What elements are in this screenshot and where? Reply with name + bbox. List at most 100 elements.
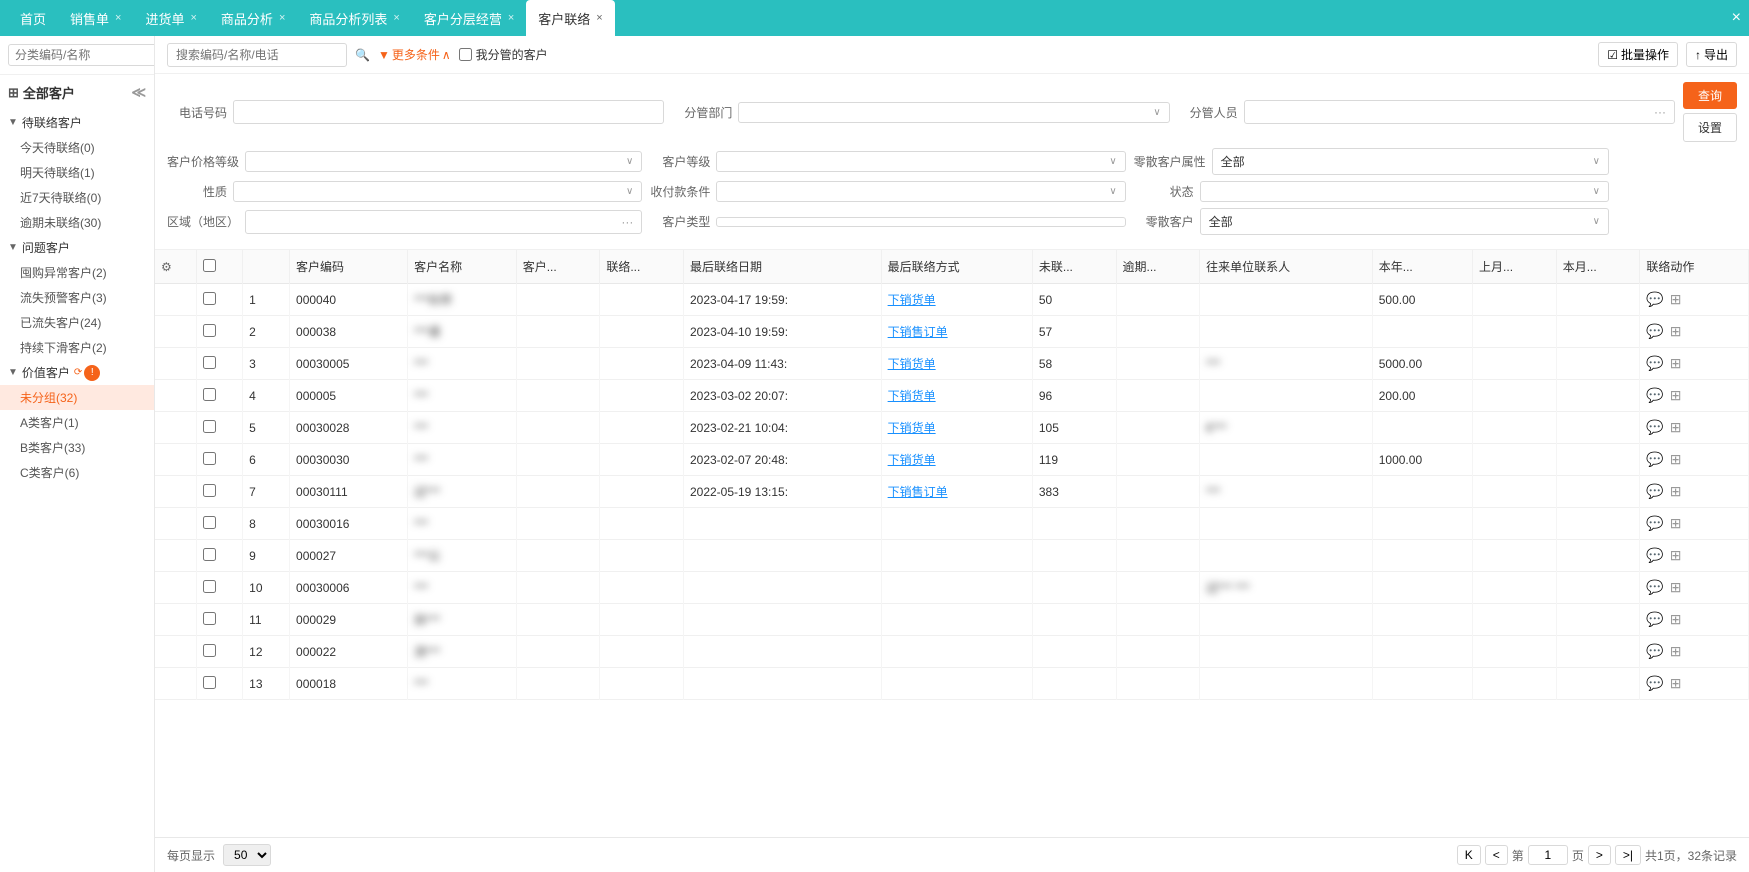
row-checkbox[interactable]: [203, 548, 216, 561]
select-all-checkbox[interactable]: [203, 259, 216, 272]
grid-action-icon[interactable]: ⊞: [1670, 323, 1682, 340]
sidebar-item-week-pending[interactable]: 近7天待联络(0): [0, 185, 154, 210]
method-link[interactable]: 下销货单: [888, 357, 936, 371]
row-checkbox[interactable]: [203, 420, 216, 433]
tab-purchase-close[interactable]: ×: [190, 12, 196, 24]
sidebar-section-value[interactable]: ▼ 价值客户 ⟳ !: [0, 360, 154, 385]
message-icon[interactable]: 💬: [1646, 451, 1663, 468]
customer-level-select[interactable]: ∨: [716, 151, 1125, 172]
message-icon[interactable]: 💬: [1646, 419, 1663, 436]
row-checkbox[interactable]: [203, 516, 216, 529]
row-checkbox[interactable]: [203, 452, 216, 465]
col-no-contact[interactable]: 未联...: [1032, 250, 1116, 284]
method-link[interactable]: 下销货单: [888, 389, 936, 403]
sidebar-all-customers[interactable]: ⊞ 全部客户 ≪: [0, 75, 154, 110]
tab-goods-analysis[interactable]: 商品分析 ×: [209, 0, 297, 36]
grid-action-icon[interactable]: ⊞: [1670, 547, 1682, 564]
grid-action-icon[interactable]: ⊞: [1670, 387, 1682, 404]
method-link[interactable]: 下销货单: [888, 453, 936, 467]
person-dots[interactable]: ···: [1654, 105, 1666, 119]
sidebar-search-input[interactable]: [8, 44, 155, 66]
area-select[interactable]: ···: [245, 210, 642, 234]
grid-action-icon[interactable]: ⊞: [1670, 515, 1682, 532]
grid-action-icon[interactable]: ⊞: [1670, 355, 1682, 372]
nav-close-btn[interactable]: ×: [1732, 9, 1741, 27]
message-icon[interactable]: 💬: [1646, 483, 1663, 500]
row-checkbox[interactable]: [203, 292, 216, 305]
message-icon[interactable]: 💬: [1646, 579, 1663, 596]
last-page-btn[interactable]: >|: [1615, 845, 1641, 865]
tab-purchase[interactable]: 进货单 ×: [133, 0, 208, 36]
batch-ops-btn[interactable]: ☑ 批量操作: [1598, 42, 1678, 67]
message-icon[interactable]: 💬: [1646, 387, 1663, 404]
person-select[interactable]: ···: [1244, 100, 1675, 124]
row-checkbox[interactable]: [203, 644, 216, 657]
tab-goods-analysis-list[interactable]: 商品分析列表 ×: [297, 0, 411, 36]
sidebar-item-ungroup[interactable]: 未分组(32): [0, 385, 154, 410]
sidebar-item-declining[interactable]: 持续下滑客户(2): [0, 335, 154, 360]
sidebar-section-pending[interactable]: ▼ 待联络客户: [0, 110, 154, 135]
col-this-month[interactable]: 本月...: [1556, 250, 1640, 284]
grid-action-icon[interactable]: ⊞: [1670, 451, 1682, 468]
row-checkbox[interactable]: [203, 484, 216, 497]
method-link[interactable]: 下销售订单: [888, 325, 948, 339]
my-customers-checkbox[interactable]: [459, 48, 472, 61]
col-code[interactable]: 客户编码: [290, 250, 408, 284]
grid-action-icon[interactable]: ⊞: [1670, 675, 1682, 692]
filter-search-btn[interactable]: 🔍: [355, 48, 370, 62]
sidebar-item-type-b[interactable]: B类客户(33): [0, 435, 154, 460]
col-last-date[interactable]: 最后联络日期: [683, 250, 881, 284]
message-icon[interactable]: 💬: [1646, 643, 1663, 660]
sidebar-section-problem[interactable]: ▼ 问题客户: [0, 235, 154, 260]
message-icon[interactable]: 💬: [1646, 291, 1663, 308]
message-icon[interactable]: 💬: [1646, 515, 1663, 532]
sidebar-item-abnormal[interactable]: 囤购异常客户(2): [0, 260, 154, 285]
grid-action-icon[interactable]: ⊞: [1670, 483, 1682, 500]
tab-customer-contact[interactable]: 客户联络 ×: [526, 0, 614, 36]
settings-icon[interactable]: ⚙: [161, 260, 172, 274]
tab-goods-analysis-list-close[interactable]: ×: [393, 12, 399, 24]
page-size-select[interactable]: 50: [223, 844, 271, 866]
message-icon[interactable]: 💬: [1646, 675, 1663, 692]
col-customer-type[interactable]: 客户...: [516, 250, 600, 284]
reset-btn[interactable]: 设置: [1683, 113, 1737, 142]
tab-customer-stratify[interactable]: 客户分层经营 ×: [412, 0, 526, 36]
tab-sale[interactable]: 销售单 ×: [58, 0, 133, 36]
message-icon[interactable]: 💬: [1646, 355, 1663, 372]
price-level-select[interactable]: ∨: [245, 151, 642, 172]
zero-customer-select[interactable]: 全部 ∨: [1200, 208, 1609, 235]
message-icon[interactable]: 💬: [1646, 611, 1663, 628]
tab-goods-analysis-close[interactable]: ×: [279, 12, 285, 24]
status-select[interactable]: ∨: [1200, 181, 1609, 202]
method-link[interactable]: 下销货单: [888, 293, 936, 307]
tab-sale-close[interactable]: ×: [115, 12, 121, 24]
filter-more-btn[interactable]: ▼ 更多条件 ∧: [378, 46, 451, 63]
grid-action-icon[interactable]: ⊞: [1670, 611, 1682, 628]
col-overdue[interactable]: 逾期...: [1116, 250, 1200, 284]
prev-page-btn[interactable]: <: [1485, 845, 1508, 865]
phone-input[interactable]: [233, 100, 664, 124]
customer-type-select[interactable]: [716, 217, 1125, 227]
sidebar-item-tomorrow-pending[interactable]: 明天待联络(1): [0, 160, 154, 185]
col-last-method[interactable]: 最后联络方式: [881, 250, 1032, 284]
dept-select[interactable]: ∨: [738, 102, 1169, 123]
payment-select[interactable]: ∨: [716, 181, 1125, 202]
nature-select[interactable]: ∨: [233, 181, 642, 202]
row-checkbox[interactable]: [203, 580, 216, 593]
sidebar-collapse-btn[interactable]: ≪: [131, 84, 146, 101]
page-number-input[interactable]: [1528, 845, 1568, 865]
sidebar-item-churned[interactable]: 已流失客户(24): [0, 310, 154, 335]
row-checkbox[interactable]: [203, 676, 216, 689]
col-name[interactable]: 客户名称: [408, 250, 517, 284]
tab-home[interactable]: 首页: [8, 0, 58, 36]
method-link[interactable]: 下销货单: [888, 421, 936, 435]
row-checkbox[interactable]: [203, 388, 216, 401]
grid-action-icon[interactable]: ⊞: [1670, 643, 1682, 660]
my-customers-filter[interactable]: 我分管的客户: [459, 46, 548, 63]
sidebar-item-type-a[interactable]: A类客户(1): [0, 410, 154, 435]
tab-customer-stratify-close[interactable]: ×: [508, 12, 514, 24]
row-checkbox[interactable]: [203, 612, 216, 625]
message-icon[interactable]: 💬: [1646, 323, 1663, 340]
row-checkbox[interactable]: [203, 356, 216, 369]
zero-attr-select[interactable]: 全部 ∨: [1212, 148, 1609, 175]
